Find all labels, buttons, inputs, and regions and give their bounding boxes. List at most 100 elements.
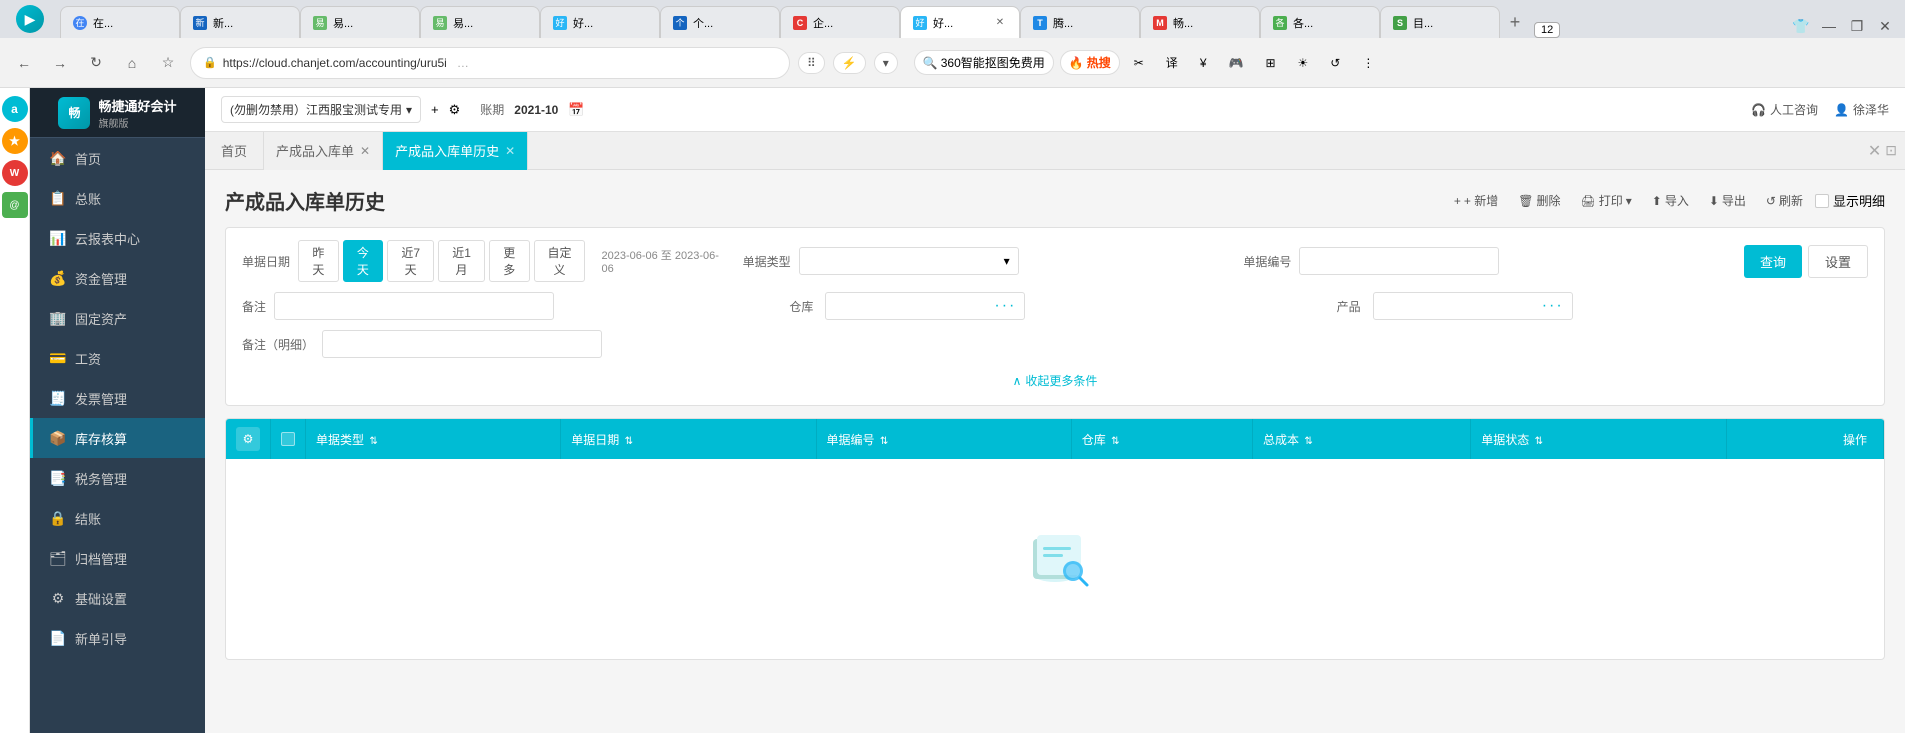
company-select[interactable]: (勿删勿禁用）江西服宝测试专用 ▾ [221,96,421,123]
import-button[interactable]: ⬆ 导入 [1644,188,1697,213]
new-button[interactable]: + + 新增 [1446,188,1506,213]
export-button[interactable]: ⬇ 导出 [1701,188,1754,213]
sidebar-item-closing[interactable]: 🔒 结账 [30,498,205,538]
tab-10[interactable]: M 畅... [1140,6,1260,38]
tab-5[interactable]: 好 好... [540,6,660,38]
warehouse-select[interactable]: ··· [825,292,1025,320]
table-gear-btn[interactable]: ⚙ [236,427,260,451]
col-bill-status[interactable]: 单据状态 ⇅ [1471,419,1726,459]
refresh-button[interactable]: ↺ 刷新 [1758,188,1811,213]
sidebar-item-inventory[interactable]: 📦 库存核算 [30,418,205,458]
tab-1[interactable]: 在 在... [60,6,180,38]
settings-button[interactable]: 设置 [1808,245,1868,278]
sidebar-item-salary[interactable]: 💳 工资 [30,338,205,378]
sidebar-item-ledger[interactable]: 📋 总账 [30,178,205,218]
minimize-button[interactable]: — [1817,14,1841,38]
extension-2[interactable]: ★ [2,128,28,154]
breadcrumb-tab-2[interactable]: 产成品入库单历史 ✕ [383,132,528,170]
date-btn-custom[interactable]: 自定义 [534,240,586,282]
query-button[interactable]: 查询 [1744,245,1802,278]
print-button[interactable]: 🖨 打印 ▾ [1572,188,1639,213]
weather-btn[interactable]: ☀ [1290,53,1317,73]
note-detail-input[interactable] [322,330,602,358]
extensions-button[interactable]: ⠿ [798,52,825,74]
lightning-button[interactable]: ⚡ [833,52,866,74]
company-settings-button[interactable]: ⚙ [449,102,461,118]
sidebar-item-home[interactable]: 🏠 首页 [30,138,205,178]
more-btn[interactable]: ⋮ [1354,53,1382,73]
bill-number-input[interactable] [1299,247,1499,275]
col-bill-date[interactable]: 单据日期 ⇅ [561,419,816,459]
user-service-btn[interactable]: 🎧 人工咨询 [1751,101,1818,118]
back-button[interactable]: ← [10,49,38,77]
extension-3[interactable]: W [2,160,28,186]
sidebar-item-reports[interactable]: 📊 云报表中心 [30,218,205,258]
extension-4[interactable]: @ [2,192,28,218]
tab-8-close[interactable]: ✕ [993,16,1007,30]
maximize-button[interactable]: ❐ [1845,14,1869,38]
hot-search-btn[interactable]: 🔥 热搜 [1060,50,1120,75]
address-input[interactable]: 🔒 https://cloud.chanjet.com/accounting/u… [190,47,790,79]
extension-1[interactable]: a [2,96,28,122]
delete-button[interactable]: 🗑 删除 [1510,188,1568,213]
sidebar-item-fixed[interactable]: 🏢 固定资产 [30,298,205,338]
sidebar-item-invoice[interactable]: 🧾 发票管理 [30,378,205,418]
yuan-btn[interactable]: ¥ [1192,53,1215,73]
grid-btn[interactable]: ⊞ [1257,53,1283,73]
display-checkbox[interactable] [1815,194,1829,208]
collapse-button[interactable]: ∧ 收起更多条件 [1013,372,1098,389]
date-btn-1month[interactable]: 近1月 [438,240,485,282]
breadcrumb-tab-1[interactable]: 产成品入库单 ✕ [264,132,383,170]
col-bill-type[interactable]: 单据类型 ⇅ [306,419,561,459]
tab-8[interactable]: 好 好... ✕ [900,6,1020,38]
breadcrumb-home[interactable]: 首页 [205,132,264,170]
product-select[interactable]: ··· [1373,292,1573,320]
bill-type-select[interactable]: ▾ [799,247,1019,275]
tab-2[interactable]: 新 新... [180,6,300,38]
forward-button[interactable]: → [46,49,74,77]
add-company-button[interactable]: + [431,102,439,117]
tab-6[interactable]: 个 个... [660,6,780,38]
breadcrumb-tab-2-close[interactable]: ✕ [505,144,515,158]
scissors-btn[interactable]: ✂ [1126,53,1152,73]
sidebar-item-archive[interactable]: 🗂 归档管理 [30,538,205,578]
tab-3[interactable]: 易 易... [300,6,420,38]
game-btn[interactable]: 🎮 [1221,53,1252,73]
dropdown-button[interactable]: ▾ [874,52,898,74]
date-btn-yesterday[interactable]: 昨天 [298,240,339,282]
translate-btn[interactable]: 译 [1158,51,1186,74]
shirt-icon[interactable]: 👕 [1789,14,1813,38]
sidebar-item-basic[interactable]: ⚙ 基础设置 [30,578,205,618]
col-warehouse[interactable]: 仓库 ⇅ [1071,419,1252,459]
tab-9[interactable]: T 腾... [1020,6,1140,38]
col-total-cost[interactable]: 总成本 ⇅ [1253,419,1471,459]
tab-4[interactable]: 易 易... [420,6,540,38]
date-btn-7days[interactable]: 近7天 [387,240,434,282]
home-button[interactable]: ⌂ [118,49,146,77]
new-tab-button[interactable]: + [1500,6,1530,38]
tab-12[interactable]: S 目... [1380,6,1500,38]
breadcrumb-tab-1-close[interactable]: ✕ [360,144,370,158]
date-btn-today[interactable]: 今天 [343,240,384,282]
tab-7[interactable]: C 企... [780,6,900,38]
search-toolbar-btn[interactable]: 🔍 360智能抠图免费用 [914,50,1054,75]
bookmark-button[interactable]: ☆ [154,49,182,77]
tab-11[interactable]: 各 各... [1260,6,1380,38]
undo-btn[interactable]: ↺ [1322,53,1348,73]
close-button[interactable]: ✕ [1873,14,1897,38]
warehouse-dots-icon[interactable]: ··· [994,297,1016,315]
sidebar-item-funds[interactable]: 💰 资金管理 [30,258,205,298]
date-btn-more[interactable]: 更多 [489,240,530,282]
sidebar-item-tax[interactable]: 📑 税务管理 [30,458,205,498]
refresh-button[interactable]: ↻ [82,49,110,77]
col-bill-number[interactable]: 单据编号 ⇅ [816,419,1071,459]
table-select-all-checkbox[interactable] [281,432,295,446]
product-dots-icon[interactable]: ··· [1542,297,1564,315]
panel-close-btn[interactable]: ✕ [1868,141,1881,161]
panel-expand-btn[interactable]: ⊡ [1885,142,1897,159]
user-profile-btn[interactable]: 👤 徐泽华 [1834,101,1889,118]
sidebar-item-newbill[interactable]: 📄 新单引导 [30,618,205,658]
note-input[interactable] [274,292,554,320]
period-calendar-icon[interactable]: 📅 [568,102,584,118]
display-toggle[interactable]: 显示明细 [1815,191,1885,210]
